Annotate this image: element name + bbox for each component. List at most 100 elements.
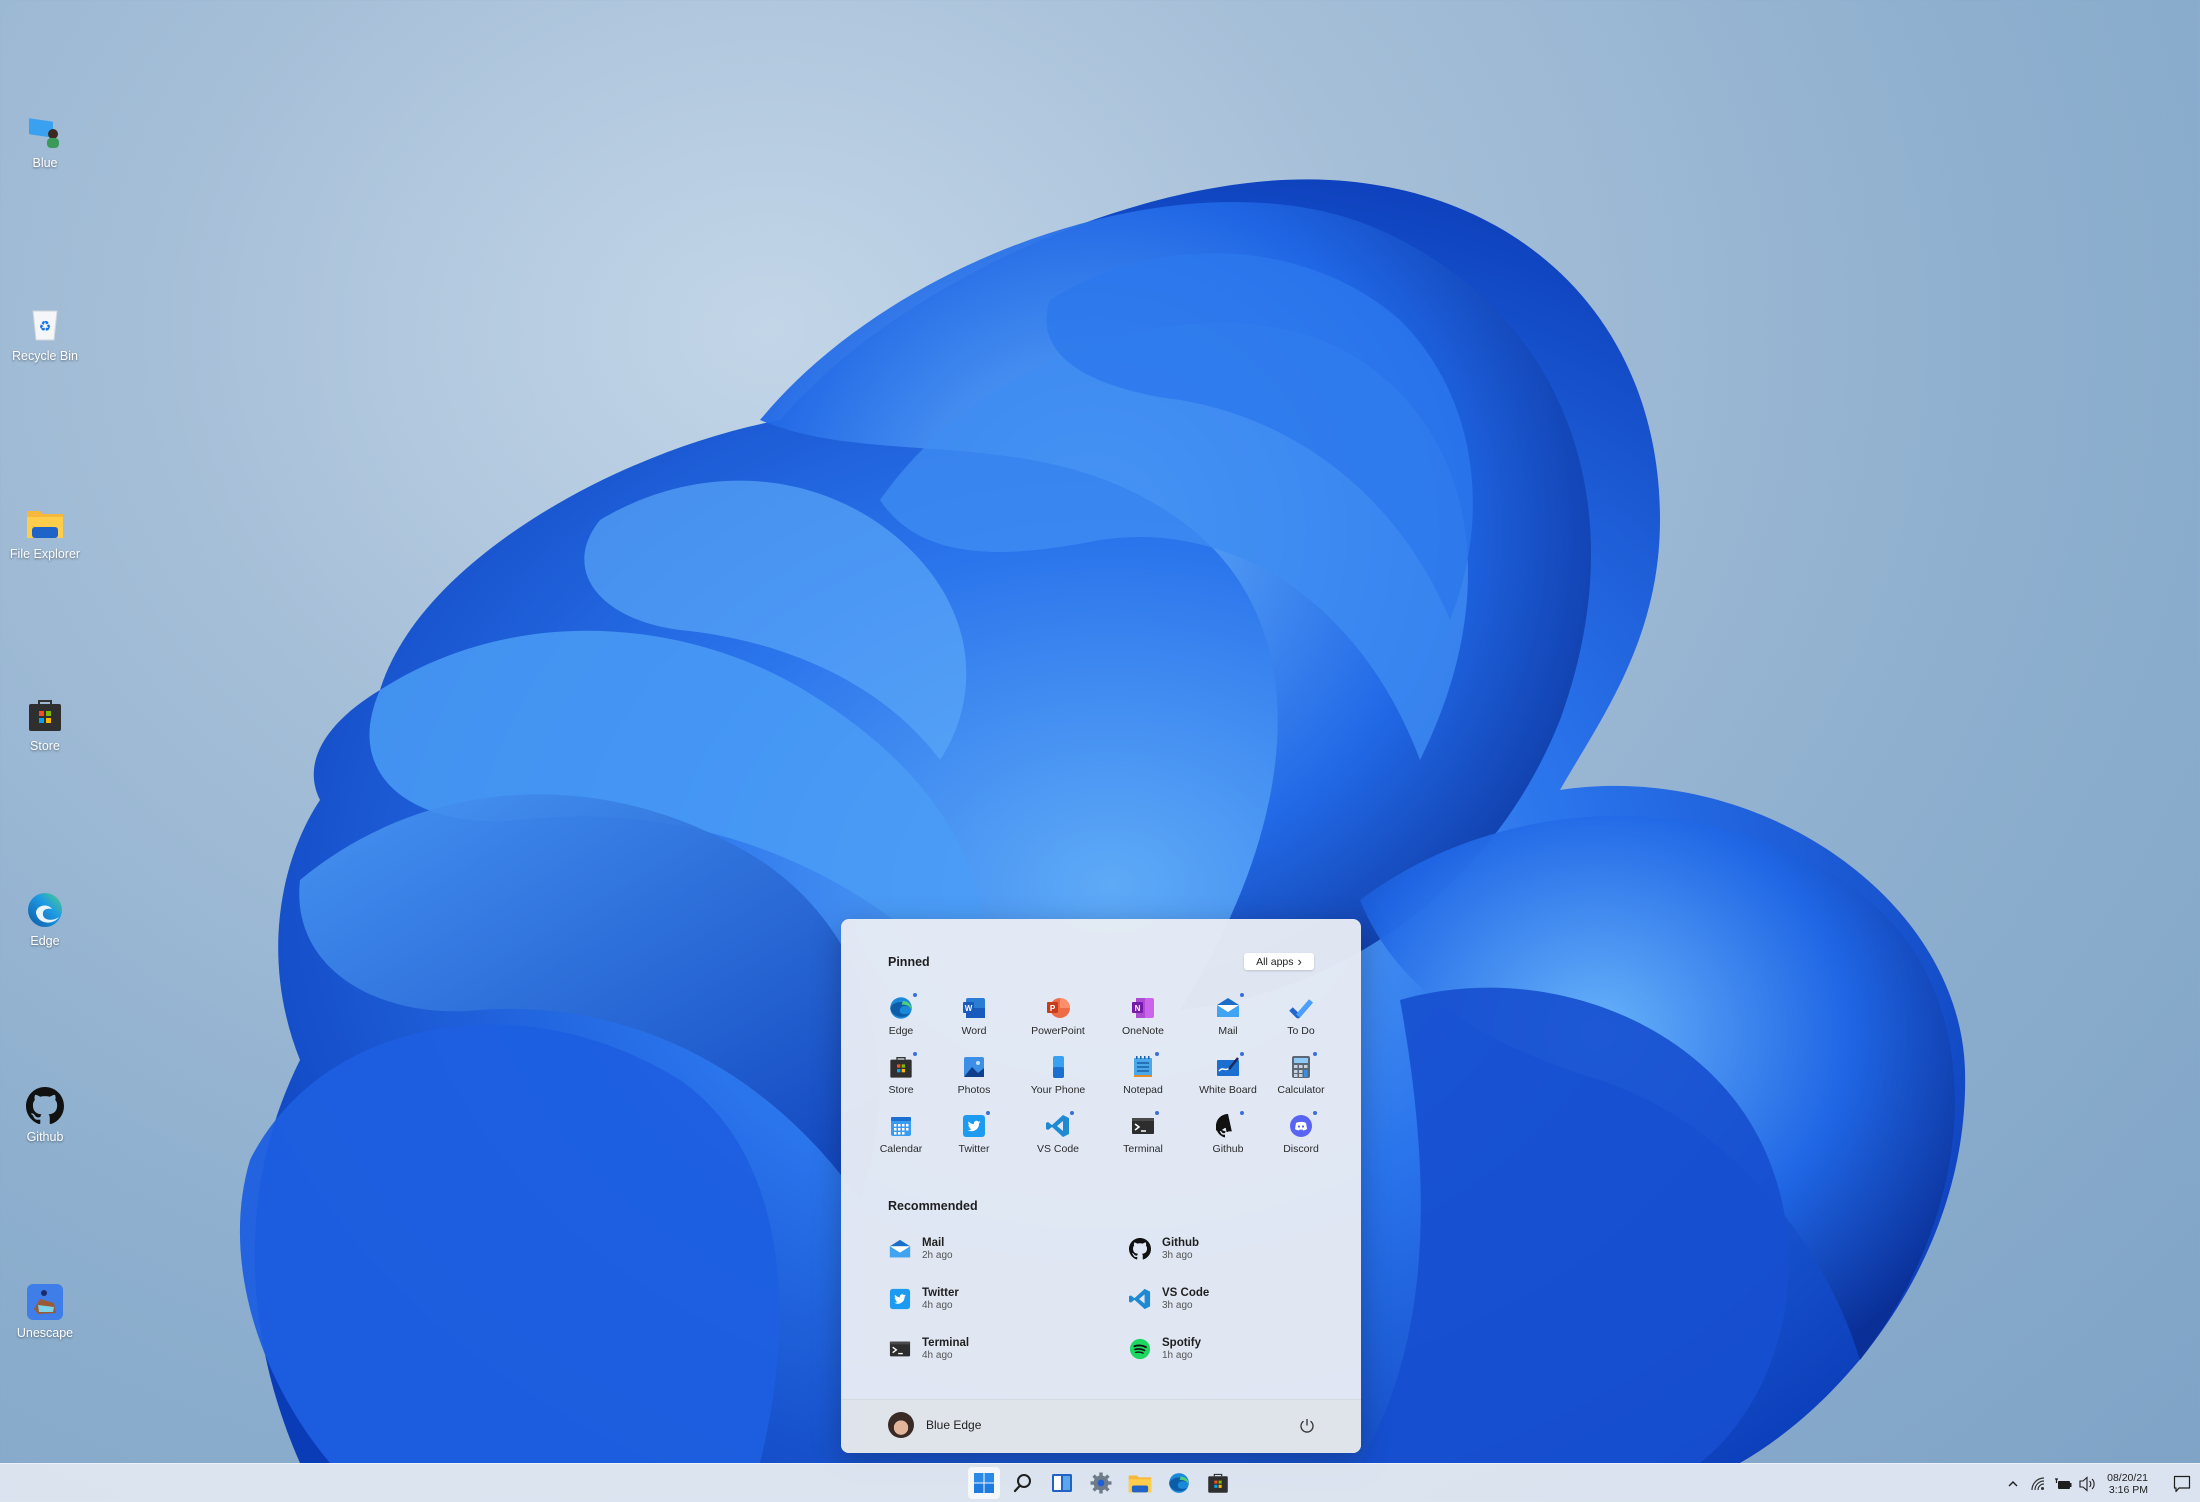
desktop-icon-label: Recycle Bin	[12, 349, 78, 363]
notification-dot	[1070, 1111, 1074, 1115]
user-name: Blue Edge	[926, 1418, 982, 1432]
network-button[interactable]	[2027, 1473, 2049, 1495]
recommended-item-time: 4h ago	[922, 1300, 953, 1311]
desktop-icon-label: File Explorer	[9, 547, 81, 561]
pinned-app-mail[interactable]: Mail	[1186, 993, 1270, 1047]
pinned-app-label: VS Code	[1036, 1143, 1080, 1155]
recommended-item-vs-code[interactable]: VS Code 3h ago	[1128, 1282, 1348, 1316]
taskbar-widgets-button[interactable]	[1046, 1467, 1078, 1499]
pinned-app-label: Your Phone	[1030, 1084, 1086, 1096]
taskbar-file-explorer-button[interactable]	[1124, 1467, 1156, 1499]
recommended-heading: Recommended	[888, 1199, 978, 1213]
twitter-icon	[888, 1287, 912, 1311]
pinned-app-notepad[interactable]: Notepad	[1101, 1052, 1185, 1106]
pinned-app-label: Calendar	[879, 1143, 923, 1155]
pinned-app-label: Discord	[1283, 1143, 1319, 1155]
pinned-app-onenote[interactable]: N OneNote	[1101, 995, 1185, 1047]
start-menu-footer: Blue Edge	[841, 1399, 1361, 1453]
volume-icon	[2079, 1475, 2095, 1492]
time-text: 3:16 PM	[2108, 1483, 2148, 1496]
taskbar-search-button[interactable]	[1007, 1467, 1039, 1499]
pinned-app-photos[interactable]: Photos	[932, 1054, 1016, 1106]
vscode-icon	[1128, 1287, 1152, 1311]
date-text: 08/20/21	[2107, 1471, 2148, 1484]
desktop-icon-blue[interactable]: Blue	[4, 112, 86, 171]
mail-icon	[888, 1237, 912, 1261]
pinned-app-discord[interactable]: Discord	[1259, 1111, 1343, 1165]
pinned-app-white-board[interactable]: White Board	[1186, 1052, 1270, 1106]
recommended-item-mail[interactable]: Mail 2h ago	[888, 1232, 1108, 1266]
taskbar-settings-button[interactable]	[1085, 1467, 1117, 1499]
svg-text:P: P	[1050, 1004, 1056, 1013]
pinned-app-label: Notepad	[1123, 1084, 1163, 1096]
recommended-item-name: Github	[1162, 1237, 1200, 1249]
notification-dot	[1240, 993, 1244, 997]
wifi-icon	[2031, 1476, 2045, 1490]
all-apps-label: All apps	[1256, 955, 1294, 968]
volume-button[interactable]	[2077, 1473, 2099, 1495]
notification-dot	[913, 1052, 917, 1056]
system-tray: 08/20/21 3:16 PM	[1999, 1464, 2200, 1502]
user-account-button[interactable]: Blue Edge	[888, 1412, 981, 1438]
desktop-icon-recycle-bin[interactable]: ♻ Recycle Bin	[4, 305, 86, 364]
pinned-app-github[interactable]: Github	[1186, 1111, 1270, 1165]
desktop-icon-edge[interactable]: Edge	[4, 890, 86, 949]
pinned-app-to-do[interactable]: To Do	[1259, 995, 1343, 1047]
clock-button[interactable]: 08/20/21 3:16 PM	[2107, 1472, 2148, 1496]
recommended-item-name: Mail	[922, 1237, 945, 1249]
recommended-item-time: 3h ago	[1162, 1250, 1193, 1261]
pinned-app-twitter[interactable]: Twitter	[932, 1111, 1016, 1165]
power-button[interactable]	[1298, 1417, 1316, 1435]
desktop-icon-file-explorer[interactable]: File Explorer	[4, 503, 86, 562]
recommended-item-name: Twitter	[922, 1287, 959, 1299]
pinned-app-vs-code[interactable]: VS Code	[1016, 1111, 1100, 1165]
pinned-app-label: Twitter	[958, 1143, 990, 1155]
store-icon	[888, 1052, 917, 1080]
pinned-app-store[interactable]: Store	[859, 1052, 943, 1106]
notification-dot	[1240, 1052, 1244, 1056]
discord-icon	[1288, 1111, 1317, 1139]
notification-dot	[913, 993, 917, 997]
desktop-icon-github[interactable]: Github	[4, 1086, 86, 1145]
terminal-icon	[1130, 1111, 1159, 1139]
start-menu: Pinned All apps › Edge W Word P PowerPoi…	[841, 919, 1361, 1453]
word-icon: W	[961, 995, 987, 1021]
desktop-icon-label: Edge	[30, 934, 60, 948]
pinned-app-label: Mail	[1218, 1025, 1238, 1037]
taskbar-start-button[interactable]	[968, 1467, 1000, 1499]
windows-logo-icon	[974, 1473, 994, 1493]
power-icon	[1300, 1419, 1314, 1433]
pinned-app-label: PowerPoint	[1031, 1025, 1085, 1037]
notification-center-button[interactable]	[2164, 1464, 2200, 1502]
recommended-item-time: 4h ago	[922, 1350, 953, 1361]
battery-button[interactable]	[2052, 1473, 2074, 1495]
pinned-app-edge[interactable]: Edge	[859, 993, 943, 1047]
pinned-app-word[interactable]: W Word	[932, 995, 1016, 1047]
pinned-app-calendar[interactable]: Calendar	[859, 1113, 943, 1165]
edge-icon	[1169, 1473, 1189, 1493]
pinned-app-terminal[interactable]: Terminal	[1101, 1111, 1185, 1165]
powerpoint-icon: P	[1045, 995, 1071, 1021]
desktop-icon-store[interactable]: Store	[4, 695, 86, 754]
recommended-item-github[interactable]: Github 3h ago	[1128, 1232, 1348, 1266]
taskbar: 08/20/21 3:16 PM	[0, 1463, 2200, 1502]
pinned-app-label: To Do	[1287, 1025, 1315, 1037]
terminal-icon	[888, 1337, 912, 1361]
svg-text:W: W	[965, 1004, 973, 1013]
recommended-item-terminal[interactable]: Terminal 4h ago	[888, 1332, 1108, 1366]
taskbar-store-button[interactable]	[1202, 1467, 1234, 1499]
pinned-app-your-phone[interactable]: Your Phone	[1016, 1054, 1100, 1106]
pinned-app-powerpoint[interactable]: P PowerPoint	[1016, 995, 1100, 1047]
recommended-item-spotify[interactable]: Spotify 1h ago	[1128, 1332, 1348, 1366]
pinned-app-calculator[interactable]: Calculator	[1259, 1052, 1343, 1106]
recommended-item-name: VS Code	[1162, 1287, 1210, 1299]
taskbar-edge-button[interactable]	[1163, 1467, 1195, 1499]
notification-dot	[1155, 1111, 1159, 1115]
desktop-icon-unescape[interactable]: Unescape	[4, 1282, 86, 1341]
recommended-item-twitter[interactable]: Twitter 4h ago	[888, 1282, 1108, 1316]
notification-dot	[1313, 1111, 1317, 1115]
show-hidden-icons-button[interactable]	[2002, 1473, 2024, 1495]
pinned-app-label: Word	[961, 1025, 987, 1037]
all-apps-button[interactable]: All apps ›	[1244, 953, 1314, 970]
recommended-item-time: 3h ago	[1162, 1300, 1193, 1311]
